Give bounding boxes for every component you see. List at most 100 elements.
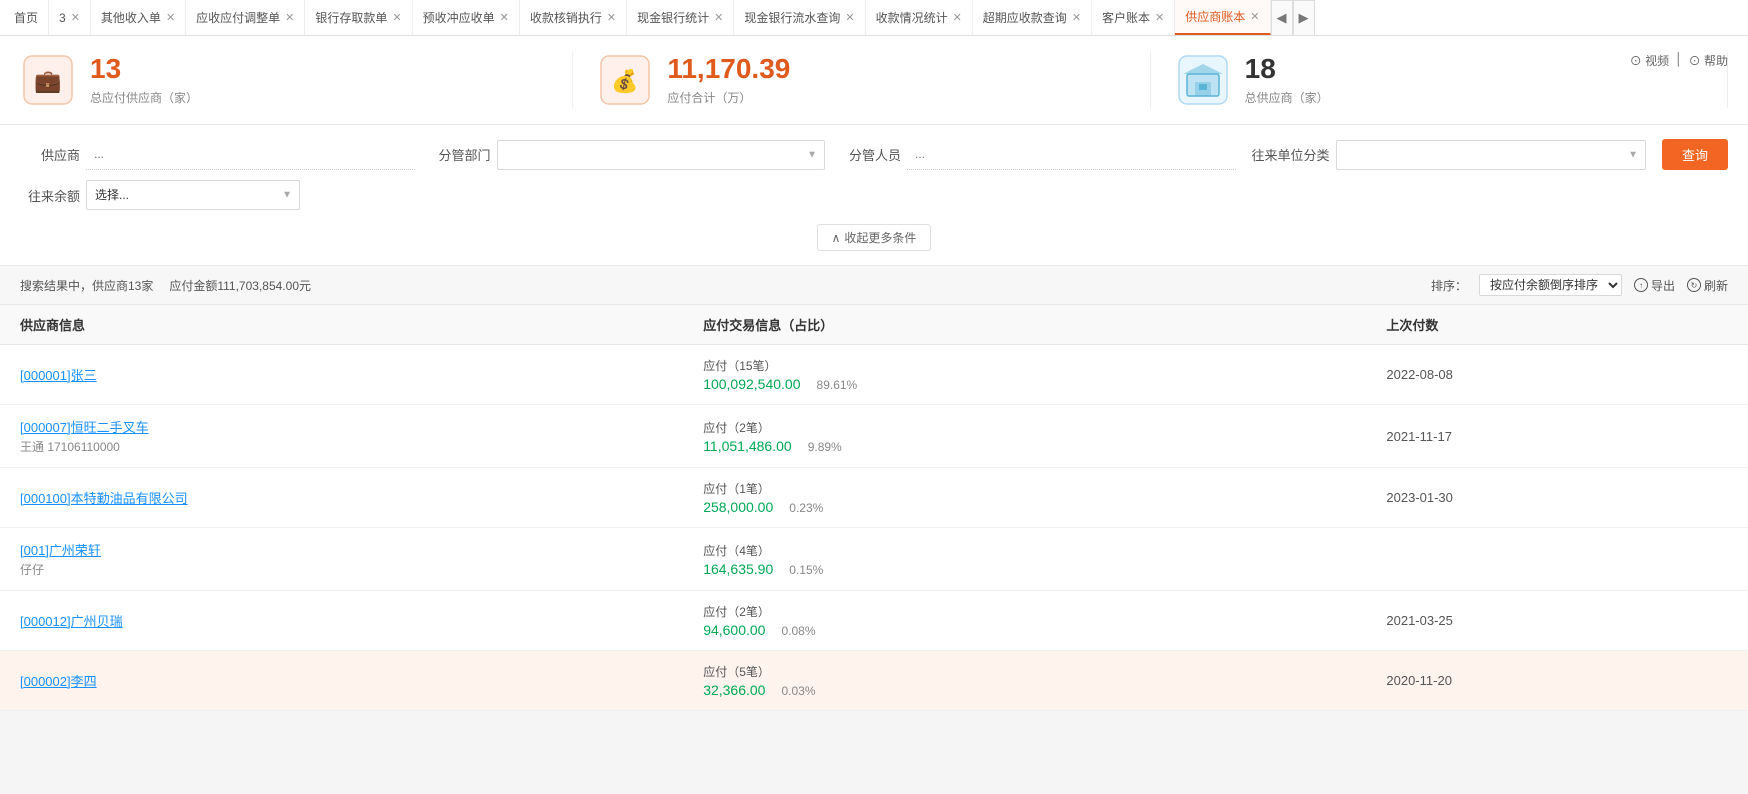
table-row: [000002]李四 应付（5笔） 32,366.00 0.03% 2020-1…	[0, 651, 1748, 711]
table-body: [000001]张三 应付（15笔） 100,092,540.00 89.61%…	[0, 345, 1748, 711]
person-input[interactable]	[907, 140, 1236, 170]
sort-label: 排序：	[1431, 277, 1467, 294]
filter-area: 供应商 分管部门 ▼ 分管人员 往来单位分类 ▼ 查询	[0, 125, 1748, 266]
supplier-link[interactable]: [000012]广州贝瑞	[20, 611, 703, 630]
nav-tab-ar-ap-adjust[interactable]: 应收应付调整单 ✕	[186, 0, 305, 35]
nav-tab-other-income[interactable]: 其他收入单 ✕	[91, 0, 186, 35]
summary-area: 💼 13 总应付供应商（家） 💰 11,170.39 应付合计（万）	[0, 36, 1748, 125]
supplier-link[interactable]: [000001]张三	[20, 365, 703, 384]
payable-info: 164,635.90 0.15%	[703, 559, 1386, 577]
close-icon[interactable]: ✕	[285, 11, 294, 24]
export-button[interactable]: ↑ 导出	[1634, 277, 1675, 294]
refresh-button[interactable]: ↻ 刷新	[1687, 277, 1728, 294]
nav-tab-overdue[interactable]: 超期应收款查询 ✕	[973, 0, 1092, 35]
nav-tab-bank-deposit[interactable]: 银行存取款单 ✕	[305, 0, 412, 35]
supplier-info-cell: [000012]广州贝瑞	[20, 611, 703, 630]
supplier-link[interactable]: [000100]本特勤油品有限公司	[20, 488, 703, 507]
refresh-icon: ↻	[1687, 278, 1701, 292]
nav-tab-cash-bank-flow[interactable]: 现金银行流水查询 ✕	[734, 0, 865, 35]
dept-select[interactable]	[497, 140, 826, 170]
last-payment-cell: 2021-11-17	[1386, 429, 1728, 444]
nav-tab-cash-bank-stat[interactable]: 现金银行统计 ✕	[627, 0, 734, 35]
table-row: [000012]广州贝瑞 应付（2笔） 94,600.00 0.08% 2021…	[0, 591, 1748, 651]
nav-prev-arrow[interactable]: ◀	[1271, 0, 1293, 36]
filter-row-2: 往来余额 选择... ▼	[20, 180, 1728, 210]
close-icon[interactable]: ✕	[500, 11, 509, 24]
supplier-filter-label: 供应商	[20, 145, 80, 164]
last-payment-date: 2022-08-08	[1386, 367, 1453, 382]
summary-card-suppliers: 💼 13 总应付供应商（家）	[20, 52, 573, 108]
last-payment-date: 2023-01-30	[1386, 490, 1453, 505]
col-last-payment-header: 上次付数	[1386, 315, 1728, 334]
close-icon[interactable]: ✕	[714, 11, 723, 24]
close-icon[interactable]: ✕	[607, 11, 616, 24]
supplier-link[interactable]: [001]广州荣轩	[20, 540, 703, 559]
table-row: [000100]本特勤油品有限公司 应付（1笔） 258,000.00 0.23…	[0, 468, 1748, 528]
table-row: [001]广州荣轩 仔仔 应付（4笔） 164,635.90 0.15%	[0, 528, 1748, 591]
nav-tab-receipt-stat[interactable]: 收款情况统计 ✕	[866, 0, 973, 35]
close-icon[interactable]: ✕	[392, 11, 401, 24]
supplier-link[interactable]: [000002]李四	[20, 671, 703, 690]
supplier-info-cell: [000100]本特勤油品有限公司	[20, 488, 703, 507]
refresh-label: 刷新	[1704, 277, 1728, 294]
last-payment-date: 2020-11-20	[1386, 673, 1452, 688]
balance-select[interactable]: 选择...	[86, 180, 300, 210]
search-button[interactable]: 查询	[1662, 139, 1728, 170]
payable-pct: 0.08%	[781, 624, 815, 638]
payable-amount[interactable]: 258,000.00	[703, 499, 773, 515]
card3-number: 18	[1245, 54, 1329, 85]
col-supplier-header: 供应商信息	[20, 315, 703, 334]
chevron-up-icon: ∧	[832, 231, 841, 245]
sort-select[interactable]: 按应付余额倒序排序	[1479, 274, 1622, 296]
results-summary: 搜索结果中，供应商13家 应付金额111,703,854.00元	[20, 277, 311, 294]
close-icon[interactable]: ✕	[1250, 10, 1259, 23]
help-link[interactable]: ⊙ 帮助	[1689, 52, 1728, 69]
filter-dept: 分管部门 ▼	[431, 140, 826, 170]
card3-info: 18 总供应商（家）	[1245, 54, 1329, 106]
balance-select-wrapper: 选择... ▼	[86, 180, 300, 210]
category-select-wrapper: ▼	[1336, 140, 1646, 170]
close-icon[interactable]: ✕	[71, 11, 80, 24]
nav-tab-prepay[interactable]: 预收冲应收单 ✕	[413, 0, 520, 35]
payable-pct: 89.61%	[817, 378, 858, 392]
collapse-label: 收起更多条件	[844, 229, 916, 246]
card2-info: 11,170.39 应付合计（万）	[667, 54, 790, 106]
nav-tab-supplier-ledger[interactable]: 供应商账本 ✕	[1175, 0, 1270, 35]
close-icon[interactable]: ✕	[166, 11, 175, 24]
last-payment-cell: 2020-11-20	[1386, 673, 1728, 688]
close-icon[interactable]: ✕	[845, 11, 854, 24]
balance-filter-label: 往来余额	[20, 186, 80, 205]
collapse-button[interactable]: ∧ 收起更多条件	[817, 224, 932, 251]
nav-tab-3[interactable]: 3 ✕	[49, 0, 91, 35]
last-payment-cell: 2021-03-25	[1386, 613, 1728, 628]
table-header: 供应商信息 应付交易信息（占比） 上次付数	[0, 305, 1748, 345]
results-summary-text: 搜索结果中，供应商13家	[20, 277, 153, 294]
card3-label: 总供应商（家）	[1245, 89, 1329, 106]
nav-tab-home[interactable]: 首页	[4, 0, 49, 35]
supplier-link[interactable]: [000007]恒旺二手叉车	[20, 417, 703, 436]
payable-amount[interactable]: 164,635.90	[703, 561, 773, 577]
export-icon: ↑	[1634, 278, 1648, 292]
results-bar: 搜索结果中，供应商13家 应付金额111,703,854.00元 排序： 按应付…	[0, 266, 1748, 305]
last-payment-cell: 2022-08-08	[1386, 367, 1728, 382]
video-link[interactable]: ⊙ 视频	[1630, 52, 1669, 69]
close-icon[interactable]: ✕	[1155, 11, 1164, 24]
filter-category: 往来单位分类 ▼	[1252, 140, 1647, 170]
payable-info-cell: 应付（1笔） 258,000.00 0.23%	[703, 480, 1386, 515]
close-icon[interactable]: ✕	[1072, 11, 1081, 24]
supplier-input[interactable]	[86, 140, 415, 170]
nav-next-arrow[interactable]: ▶	[1293, 0, 1315, 36]
close-icon[interactable]: ✕	[953, 11, 962, 24]
category-select[interactable]	[1336, 140, 1646, 170]
payable-amount[interactable]: 94,600.00	[703, 622, 765, 638]
store-icon	[1175, 52, 1231, 108]
payable-amount[interactable]: 32,366.00	[703, 682, 765, 698]
payable-icon: 💰	[597, 52, 653, 108]
col-payable-header: 应付交易信息（占比）	[703, 315, 1386, 334]
payable-info: 94,600.00 0.08%	[703, 620, 1386, 638]
payable-amount[interactable]: 11,051,486.00	[703, 438, 792, 454]
payable-pct: 0.03%	[781, 684, 815, 698]
nav-tab-customer-ledger[interactable]: 客户账本 ✕	[1092, 0, 1175, 35]
nav-tab-receipt[interactable]: 收款核销执行 ✕	[520, 0, 627, 35]
payable-amount[interactable]: 100,092,540.00	[703, 376, 800, 392]
